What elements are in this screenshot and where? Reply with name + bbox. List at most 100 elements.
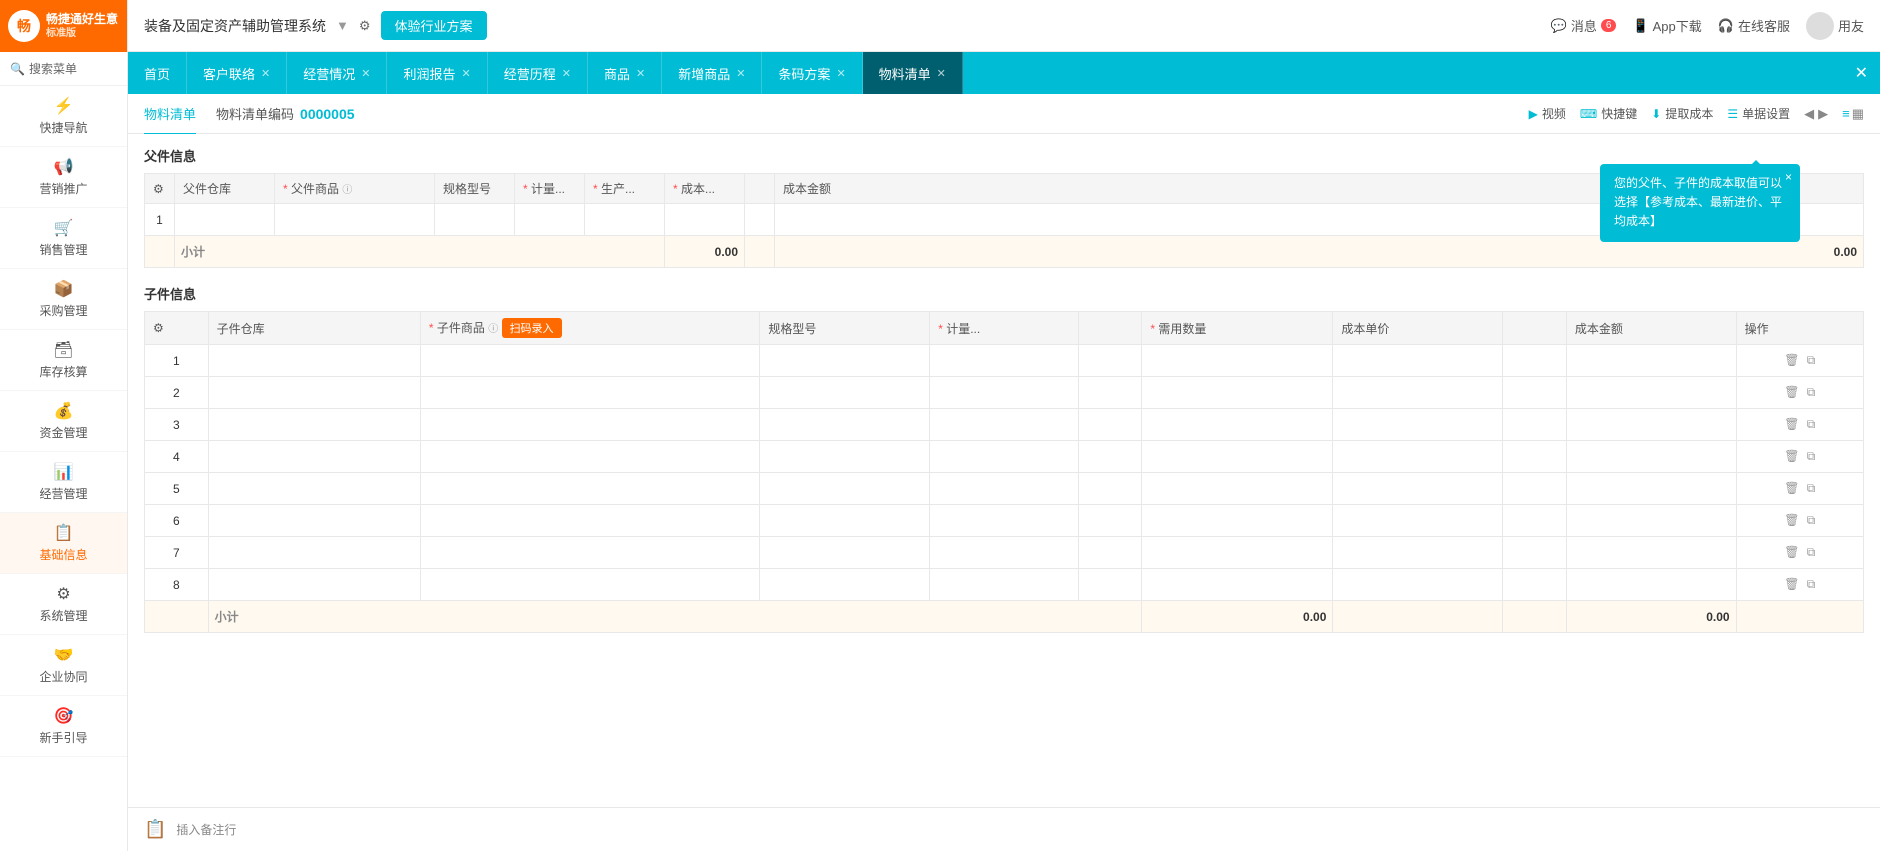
scan-button[interactable]: 扫码录入 xyxy=(502,318,562,338)
tab-goods[interactable]: 商品 ✕ xyxy=(588,52,662,94)
grid-view-icon[interactable]: ▦ xyxy=(1852,106,1864,122)
child-row-3-spec[interactable] xyxy=(760,409,930,441)
child-row-6-spec[interactable] xyxy=(760,505,930,537)
tab-profit-close[interactable]: ✕ xyxy=(462,67,471,80)
child-row-2-price[interactable] xyxy=(1333,377,1503,409)
child-row-8-qty[interactable] xyxy=(1142,569,1333,601)
tab-barcode-close[interactable]: ✕ xyxy=(836,67,845,80)
next-arrow[interactable]: ▶ xyxy=(1818,106,1828,122)
child-row-7-unit[interactable] xyxy=(930,537,1079,569)
child-row-4-warehouse[interactable] xyxy=(208,441,420,473)
child-row-3-qty[interactable] xyxy=(1142,409,1333,441)
child-row-3-copy-icon[interactable]: ⧉ xyxy=(1807,417,1816,431)
search-menu[interactable]: 🔍 搜索菜单 xyxy=(0,52,127,86)
child-row-2-spec[interactable] xyxy=(760,377,930,409)
parent-row-1-spec[interactable] xyxy=(435,204,515,236)
child-row-1-warehouse[interactable] xyxy=(208,345,420,377)
child-row-4-unit[interactable] xyxy=(930,441,1079,473)
child-row-1-product[interactable] xyxy=(420,345,760,377)
child-row-3-price[interactable] xyxy=(1333,409,1503,441)
tab-home[interactable]: 首页 xyxy=(128,52,187,94)
child-row-6-product[interactable] xyxy=(420,505,760,537)
online-service-action[interactable]: 🎧 在线客服 xyxy=(1718,16,1790,35)
child-row-2-copy-icon[interactable]: ⧉ xyxy=(1807,385,1816,399)
app-download-action[interactable]: 📱 App下载 xyxy=(1632,16,1701,35)
close-all-tabs[interactable]: ✕ xyxy=(1843,63,1880,83)
child-row-7-copy-icon[interactable]: ⧉ xyxy=(1807,545,1816,559)
child-row-1-delete-icon[interactable]: 🗑 xyxy=(1784,353,1799,367)
tab-goods-close[interactable]: ✕ xyxy=(636,67,645,80)
child-row-6-unit[interactable] xyxy=(930,505,1079,537)
sidebar-item-sys-mgmt[interactable]: ⚙ 系统管理 xyxy=(0,574,127,635)
child-row-2-warehouse[interactable] xyxy=(208,377,420,409)
child-row-8-price[interactable] xyxy=(1333,569,1503,601)
child-row-4-copy-icon[interactable]: ⧉ xyxy=(1807,449,1816,463)
child-row-1-qty[interactable] xyxy=(1142,345,1333,377)
sidebar-item-basic-info[interactable]: 📋 基础信息 xyxy=(0,513,127,574)
sub-tab-bom-list[interactable]: 物料清单 xyxy=(144,94,196,135)
child-row-5-copy-icon[interactable]: ⧉ xyxy=(1807,481,1816,495)
child-row-8-unit[interactable] xyxy=(930,569,1079,601)
child-row-5-product[interactable] xyxy=(420,473,760,505)
child-row-4-qty[interactable] xyxy=(1142,441,1333,473)
tooltip-close-btn[interactable]: × xyxy=(1785,168,1792,187)
sidebar-item-inventory[interactable]: 🗃 库存核算 xyxy=(0,330,127,391)
child-row-6-warehouse[interactable] xyxy=(208,505,420,537)
tab-history[interactable]: 经营历程 ✕ xyxy=(488,52,588,94)
child-row-2-delete-icon[interactable]: 🗑 xyxy=(1784,385,1799,399)
tab-operations-close[interactable]: ✕ xyxy=(361,67,370,80)
child-row-5-price[interactable] xyxy=(1333,473,1503,505)
child-row-1-price[interactable] xyxy=(1333,345,1503,377)
child-row-4-delete-icon[interactable]: 🗑 xyxy=(1784,449,1799,463)
tab-bom-close[interactable]: ✕ xyxy=(937,67,946,80)
child-row-6-price[interactable] xyxy=(1333,505,1503,537)
child-row-3-unit[interactable] xyxy=(930,409,1079,441)
child-row-6-copy-icon[interactable]: ⧉ xyxy=(1807,513,1816,527)
child-row-4-spec[interactable] xyxy=(760,441,930,473)
parent-row-1-prod[interactable] xyxy=(585,204,665,236)
insert-row-text[interactable]: 插入备注行 xyxy=(176,821,236,838)
single-settings-action[interactable]: ☰ 单据设置 xyxy=(1727,105,1790,122)
tab-bom[interactable]: 物料清单 ✕ xyxy=(863,52,963,94)
tab-history-close[interactable]: ✕ xyxy=(562,67,571,80)
child-row-7-spec[interactable] xyxy=(760,537,930,569)
child-row-5-spec[interactable] xyxy=(760,473,930,505)
child-row-8-delete-icon[interactable]: 🗑 xyxy=(1784,577,1799,591)
child-row-3-product[interactable] xyxy=(420,409,760,441)
sidebar-item-enterprise[interactable]: 🤝 企业协同 xyxy=(0,635,127,696)
settings-icon[interactable]: ⚙ xyxy=(359,18,371,34)
prev-arrow[interactable]: ◀ xyxy=(1804,106,1814,122)
parent-row-1-product[interactable] xyxy=(275,204,435,236)
child-row-7-delete-icon[interactable]: 🗑 xyxy=(1784,545,1799,559)
tab-new-goods[interactable]: 新增商品 ✕ xyxy=(662,52,762,94)
message-action[interactable]: 💬 消息 6 xyxy=(1551,16,1617,35)
child-row-7-product[interactable] xyxy=(420,537,760,569)
sidebar-item-operations[interactable]: 📊 经营管理 xyxy=(0,452,127,513)
system-dropdown-icon[interactable]: ▼ xyxy=(336,18,349,33)
child-row-8-spec[interactable] xyxy=(760,569,930,601)
child-row-5-delete-icon[interactable]: 🗑 xyxy=(1784,481,1799,495)
child-row-1-unit[interactable] xyxy=(930,345,1079,377)
child-row-3-warehouse[interactable] xyxy=(208,409,420,441)
child-row-3-delete-icon[interactable]: 🗑 xyxy=(1784,417,1799,431)
tab-customer[interactable]: 客户联络 ✕ xyxy=(187,52,287,94)
child-row-5-warehouse[interactable] xyxy=(208,473,420,505)
child-row-7-price[interactable] xyxy=(1333,537,1503,569)
child-row-7-qty[interactable] xyxy=(1142,537,1333,569)
parent-row-1-cost[interactable] xyxy=(665,204,745,236)
tab-profit[interactable]: 利润报告 ✕ xyxy=(387,52,487,94)
child-row-6-delete-icon[interactable]: 🗑 xyxy=(1784,513,1799,527)
tab-barcode[interactable]: 条码方案 ✕ xyxy=(762,52,862,94)
extract-cost-action[interactable]: ⬇ 提取成本 xyxy=(1651,105,1713,122)
tab-new-goods-close[interactable]: ✕ xyxy=(736,67,745,80)
child-row-8-warehouse[interactable] xyxy=(208,569,420,601)
parent-row-1-unit[interactable] xyxy=(515,204,585,236)
sidebar-item-purchase[interactable]: 📦 采购管理 xyxy=(0,269,127,330)
tab-operations[interactable]: 经营情况 ✕ xyxy=(287,52,387,94)
child-row-2-product[interactable] xyxy=(420,377,760,409)
child-row-4-product[interactable] xyxy=(420,441,760,473)
parent-row-1-warehouse[interactable] xyxy=(175,204,275,236)
view-action[interactable]: ▶ 视频 xyxy=(1529,105,1566,122)
sidebar-item-quick-nav[interactable]: ⚡ 快捷导航 xyxy=(0,86,127,147)
sub-tab-bom-code[interactable]: 物料清单编码 0000005 xyxy=(216,94,355,133)
